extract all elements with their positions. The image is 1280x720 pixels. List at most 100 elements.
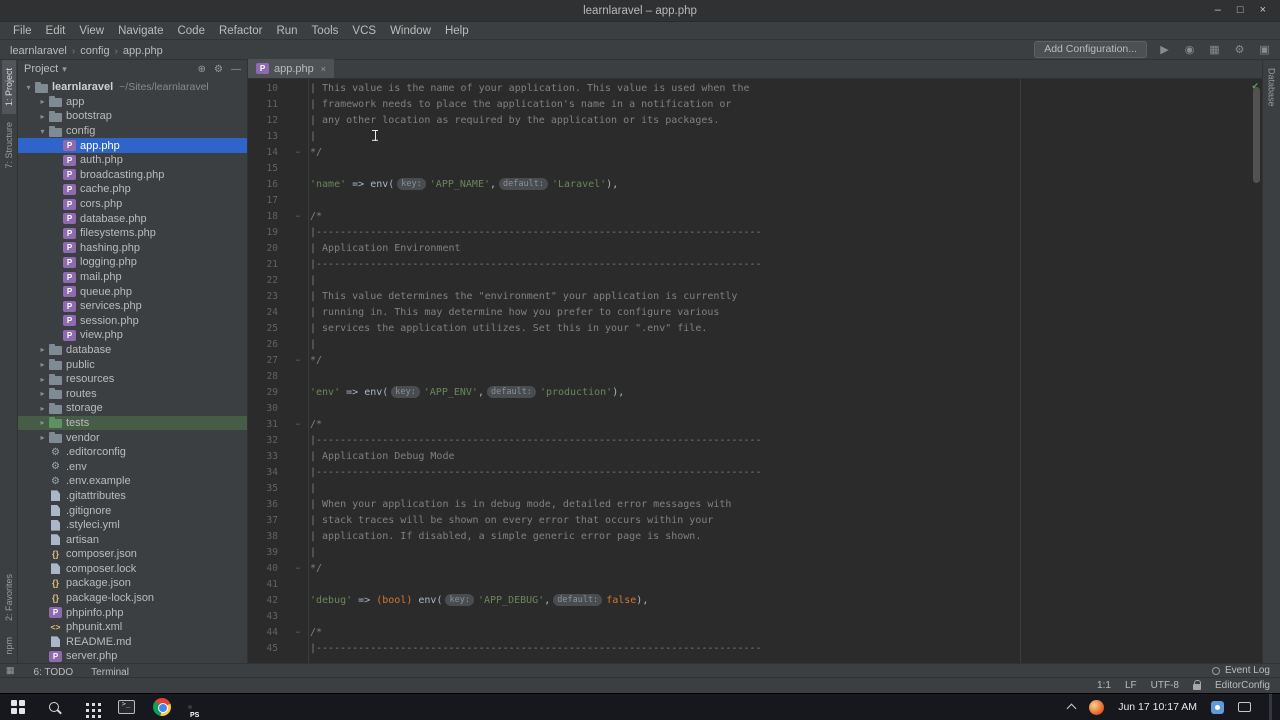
chevron-open-icon[interactable]: ▾ bbox=[22, 83, 35, 92]
event-log-button[interactable]: Event Log bbox=[1211, 665, 1274, 676]
chrome-icon[interactable] bbox=[152, 697, 172, 717]
tree-item-database[interactable]: ▸ database bbox=[18, 343, 247, 358]
layout-icon[interactable]: ▣ bbox=[1257, 43, 1272, 56]
tree-item-phpinfo-php[interactable]: phpinfo.php bbox=[18, 605, 247, 620]
tool-stripe-npm[interactable]: npm bbox=[2, 629, 16, 663]
search-icon[interactable] bbox=[44, 697, 64, 717]
tree-item-config[interactable]: ▾ config bbox=[18, 124, 247, 139]
chevron-closed-icon[interactable]: ▸ bbox=[36, 433, 49, 442]
settings-gear-icon[interactable]: ⚙ bbox=[1232, 43, 1247, 56]
breadcrumb-app-php[interactable]: app.php bbox=[121, 45, 165, 57]
add-configuration-button[interactable]: Add Configuration... bbox=[1034, 41, 1147, 58]
tree-item-routes[interactable]: ▸ routes bbox=[18, 386, 247, 401]
tree-item-app[interactable]: ▸ app bbox=[18, 95, 247, 110]
tree-item-session-php[interactable]: session.php bbox=[18, 314, 247, 329]
fold-marker-icon[interactable]: − bbox=[286, 561, 310, 577]
terminal-icon[interactable] bbox=[116, 697, 136, 717]
menu-tools[interactable]: Tools bbox=[305, 22, 346, 40]
menu-edit[interactable]: Edit bbox=[39, 22, 73, 40]
chevron-closed-icon[interactable]: ▸ bbox=[36, 404, 49, 413]
tree-item-database-php[interactable]: database.php bbox=[18, 211, 247, 226]
tool-stripe-database[interactable]: Database bbox=[1265, 60, 1279, 115]
chevron-closed-icon[interactable]: ▸ bbox=[36, 389, 49, 398]
project-panel-title[interactable]: Project bbox=[24, 63, 58, 75]
chevron-closed-icon[interactable]: ▸ bbox=[36, 345, 49, 354]
chevron-down-icon[interactable]: ▾ bbox=[62, 64, 67, 75]
code-editor[interactable]: 10 | This value is the name of your appli… bbox=[248, 79, 1262, 663]
network-tray-icon[interactable] bbox=[1211, 700, 1224, 714]
tool-window-switcher-icon[interactable]: ▦ bbox=[6, 665, 15, 676]
menu-code[interactable]: Code bbox=[170, 22, 212, 40]
tree-item-cache-php[interactable]: cache.php bbox=[18, 182, 247, 197]
chevron-closed-icon[interactable]: ▸ bbox=[36, 418, 49, 427]
menu-refactor[interactable]: Refactor bbox=[212, 22, 269, 40]
fold-marker-icon[interactable]: − bbox=[286, 145, 310, 161]
tree-item-gitattributes[interactable]: .gitattributes bbox=[18, 489, 247, 504]
tree-item-env[interactable]: .env bbox=[18, 459, 247, 474]
tree-item-package-json[interactable]: package.json bbox=[18, 576, 247, 591]
breadcrumb-config[interactable]: config bbox=[78, 45, 111, 57]
lock-icon[interactable] bbox=[1192, 680, 1202, 690]
tool-stripe-7-structure[interactable]: 7: Structure bbox=[2, 114, 16, 177]
tree-item-gitignore[interactable]: .gitignore bbox=[18, 503, 247, 518]
close-icon[interactable]: × bbox=[321, 64, 326, 74]
tree-item-resources[interactable]: ▸ resources bbox=[18, 372, 247, 387]
caret-position[interactable]: 1:1 bbox=[1097, 680, 1111, 691]
tree-item-vendor[interactable]: ▸ vendor bbox=[18, 430, 247, 445]
debug-icon[interactable]: ◉ bbox=[1182, 43, 1197, 56]
tree-item-env-example[interactable]: .env.example bbox=[18, 474, 247, 489]
start-menu-icon[interactable] bbox=[8, 697, 28, 717]
tree-item-phpunit-xml[interactable]: phpunit.xml bbox=[18, 620, 247, 635]
show-desktop-button[interactable] bbox=[1269, 693, 1272, 720]
tree-item-auth-php[interactable]: auth.php bbox=[18, 153, 247, 168]
gear-icon[interactable]: ⚙ bbox=[214, 64, 223, 75]
locate-file-icon[interactable]: ⊕ bbox=[198, 64, 206, 75]
menu-vcs[interactable]: VCS bbox=[345, 22, 383, 40]
breadcrumb-learnlaravel[interactable]: learnlaravel bbox=[8, 45, 69, 57]
coverage-icon[interactable]: ▦ bbox=[1207, 43, 1222, 56]
menu-file[interactable]: File bbox=[6, 22, 39, 40]
encoding-indicator[interactable]: UTF-8 bbox=[1151, 680, 1179, 691]
chevron-open-icon[interactable]: ▾ bbox=[36, 127, 49, 136]
fold-marker-icon[interactable]: − bbox=[286, 209, 310, 225]
phpstorm-taskbar-icon[interactable] bbox=[188, 705, 192, 709]
tree-item-composer-json[interactable]: composer.json bbox=[18, 547, 247, 562]
chevron-closed-icon[interactable]: ▸ bbox=[36, 97, 49, 106]
tree-item-readme-md[interactable]: README.md bbox=[18, 635, 247, 650]
hide-panel-icon[interactable]: — bbox=[231, 64, 241, 75]
chevron-closed-icon[interactable]: ▸ bbox=[36, 360, 49, 369]
tree-item-storage[interactable]: ▸ storage bbox=[18, 401, 247, 416]
menu-navigate[interactable]: Navigate bbox=[111, 22, 170, 40]
chevron-closed-icon[interactable]: ▸ bbox=[36, 112, 49, 121]
tree-item-composer-lock[interactable]: composer.lock bbox=[18, 562, 247, 577]
fold-marker-icon[interactable]: − bbox=[286, 353, 310, 369]
tool-stripe-2-favorites[interactable]: 2: Favorites bbox=[2, 566, 16, 629]
fold-marker-icon[interactable]: − bbox=[286, 625, 310, 641]
tree-item-styleci-yml[interactable]: .styleci.yml bbox=[18, 518, 247, 533]
tree-item-filesystems-php[interactable]: filesystems.php bbox=[18, 226, 247, 241]
tree-item-services-php[interactable]: services.php bbox=[18, 299, 247, 314]
tree-item-mail-php[interactable]: mail.php bbox=[18, 270, 247, 285]
tree-item-queue-php[interactable]: queue.php bbox=[18, 284, 247, 299]
editorconfig-indicator[interactable]: EditorConfig bbox=[1215, 680, 1270, 691]
tree-item-broadcasting-php[interactable]: broadcasting.php bbox=[18, 168, 247, 183]
maximize-icon[interactable]: □ bbox=[1237, 5, 1244, 16]
minimize-icon[interactable]: – bbox=[1215, 5, 1221, 16]
tree-item-tests[interactable]: ▸ tests bbox=[18, 415, 247, 431]
taskbar-clock[interactable]: Jun 17 10:17 AM bbox=[1118, 701, 1197, 713]
menu-help[interactable]: Help bbox=[438, 22, 476, 40]
fold-marker-icon[interactable]: − bbox=[286, 417, 310, 433]
menu-view[interactable]: View bbox=[72, 22, 111, 40]
tree-item-artisan[interactable]: artisan bbox=[18, 532, 247, 547]
tool-window-button-6-todo[interactable]: 6: TODO bbox=[25, 667, 83, 678]
firefox-tray-icon[interactable] bbox=[1089, 699, 1105, 715]
task-view-icon[interactable] bbox=[80, 697, 100, 717]
tree-item-logging-php[interactable]: logging.php bbox=[18, 255, 247, 270]
menu-run[interactable]: Run bbox=[269, 22, 304, 40]
tab-app-php[interactable]: app.php × bbox=[248, 59, 335, 78]
tree-item-view-php[interactable]: view.php bbox=[18, 328, 247, 343]
close-icon[interactable]: × bbox=[1260, 5, 1266, 16]
tree-item-hashing-php[interactable]: hashing.php bbox=[18, 241, 247, 256]
tree-item-cors-php[interactable]: cors.php bbox=[18, 197, 247, 212]
line-separator-indicator[interactable]: LF bbox=[1125, 680, 1137, 691]
